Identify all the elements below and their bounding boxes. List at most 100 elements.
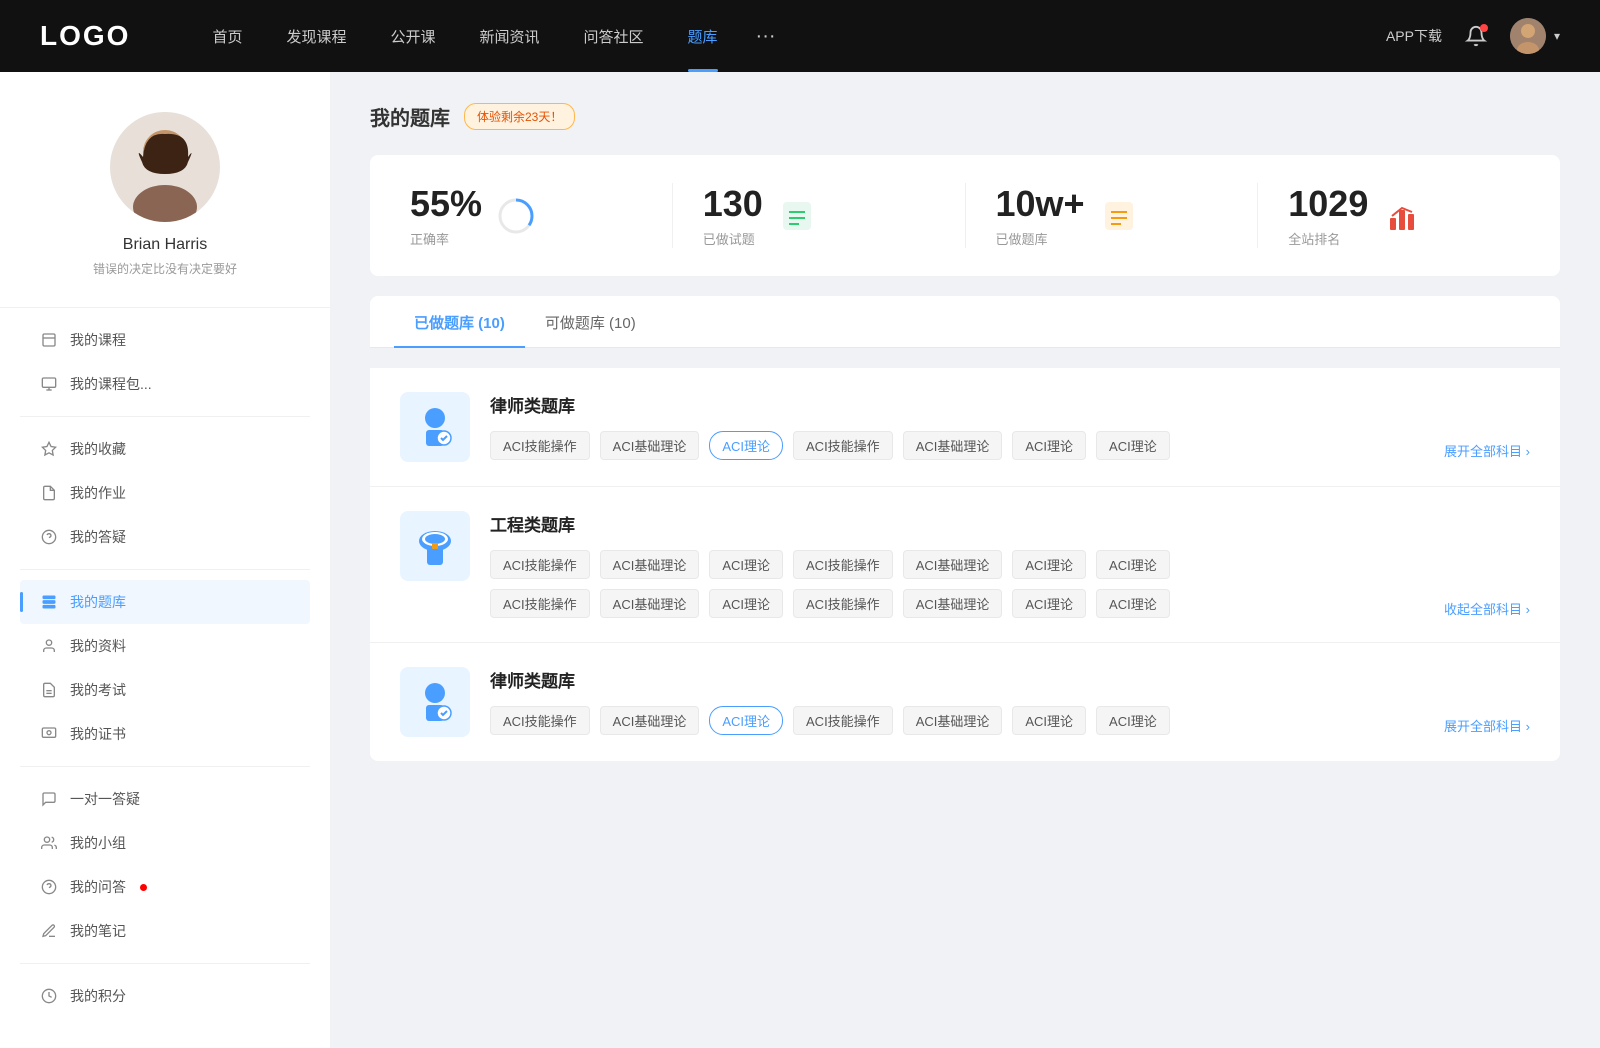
tag[interactable]: ACI理论 — [1096, 431, 1170, 460]
sidebar-item-profile-label: 我的资料 — [70, 636, 126, 656]
nav-home[interactable]: 首页 — [190, 0, 264, 72]
sidebar-item-mycourse[interactable]: 我的课程 — [20, 318, 310, 362]
tag[interactable]: ACI理论 — [709, 550, 783, 579]
header-right: APP下载 ▾ — [1386, 18, 1560, 54]
sidebar-item-profile[interactable]: 我的资料 — [20, 624, 310, 668]
sidebar-item-notes[interactable]: 我的笔记 — [20, 909, 310, 953]
tag[interactable]: ACI技能操作 — [490, 706, 590, 735]
qbank-item-lawyer1: 律师类题库 ACI技能操作 ACI基础理论 ACI理论 ACI技能操作 ACI基… — [370, 368, 1560, 487]
tag[interactable]: ACI技能操作 — [490, 589, 590, 618]
tab-done-banks[interactable]: 已做题库 (10) — [394, 296, 525, 347]
sidebar-item-myqa-label: 我的答疑 — [70, 527, 126, 547]
tag[interactable]: ACI技能操作 — [793, 550, 893, 579]
notification-bell[interactable] — [1462, 22, 1490, 50]
app-download-button[interactable]: APP下载 — [1386, 26, 1442, 46]
profile-name: Brian Harris — [20, 236, 310, 254]
tags-row-lawyer2: ACI技能操作 ACI基础理论 ACI理论 ACI技能操作 ACI基础理论 AC… — [490, 706, 1530, 735]
sidebar-item-points-label: 我的积分 — [70, 986, 126, 1006]
questions-icon — [40, 878, 58, 896]
sidebar-item-coursepackage[interactable]: 我的课程包... — [20, 362, 310, 406]
stat-rank-label: 全站排名 — [1288, 229, 1368, 248]
tag[interactable]: ACI技能操作 — [793, 706, 893, 735]
tag[interactable]: ACI技能操作 — [793, 589, 893, 618]
nav-news[interactable]: 新闻资讯 — [458, 0, 562, 72]
group-icon — [40, 834, 58, 852]
tag[interactable]: ACI基础理论 — [600, 550, 700, 579]
tag[interactable]: ACI理论 — [1012, 706, 1086, 735]
tag[interactable]: ACI基础理论 — [903, 431, 1003, 460]
divider4 — [20, 766, 310, 767]
sidebar-item-group-label: 我的小组 — [70, 833, 126, 853]
tag[interactable]: ACI基础理论 — [903, 550, 1003, 579]
done-questions-icon — [777, 196, 817, 236]
expand-button-lawyer1[interactable]: 展开全部科目 › — [1444, 441, 1530, 460]
stat-accuracy-label: 正确率 — [410, 229, 482, 248]
qbank-lawyer2-icon — [400, 667, 470, 737]
sidebar-item-notes-label: 我的笔记 — [70, 921, 126, 941]
sidebar-item-favorites[interactable]: 我的收藏 — [20, 427, 310, 471]
sidebar-item-questions[interactable]: 我的问答 — [20, 865, 310, 909]
logo: LOGO — [40, 20, 130, 52]
tag-active[interactable]: ACI理论 — [709, 431, 783, 460]
tag[interactable]: ACI理论 — [1096, 550, 1170, 579]
sidebar-item-questions-label: 我的问答 — [70, 877, 126, 897]
sidebar-item-points[interactable]: 我的积分 — [20, 974, 310, 1018]
stat-done-questions-number: 130 — [703, 183, 763, 225]
nav-more[interactable]: ··· — [740, 0, 792, 72]
tag[interactable]: ACI技能操作 — [490, 431, 590, 460]
tag[interactable]: ACI技能操作 — [490, 550, 590, 579]
avatar — [1510, 18, 1546, 54]
expand-button-lawyer2[interactable]: 展开全部科目 › — [1444, 716, 1530, 735]
tag[interactable]: ACI理论 — [1012, 550, 1086, 579]
tag[interactable]: ACI理论 — [709, 589, 783, 618]
tag[interactable]: ACI基础理论 — [903, 706, 1003, 735]
tag[interactable]: ACI技能操作 — [793, 431, 893, 460]
tag[interactable]: ACI基础理论 — [600, 589, 700, 618]
tag[interactable]: ACI理论 — [1012, 589, 1086, 618]
profile-section: Brian Harris 错误的决定比没有决定要好 — [0, 102, 330, 297]
tab-available-banks[interactable]: 可做题库 (10) — [525, 296, 656, 347]
qbank-header: 律师类题库 ACI技能操作 ACI基础理论 ACI理论 ACI技能操作 ACI基… — [400, 392, 1530, 462]
main-content: 我的题库 体验剩余23天！ 55% 正确率 — [330, 72, 1600, 1048]
sidebar-item-exam-label: 我的考试 — [70, 680, 126, 700]
stat-done-banks-number: 10w+ — [996, 183, 1085, 225]
nav-discover[interactable]: 发现课程 — [264, 0, 368, 72]
divider3 — [20, 569, 310, 570]
qbank-header: 律师类题库 ACI技能操作 ACI基础理论 ACI理论 ACI技能操作 ACI基… — [400, 667, 1530, 737]
tag[interactable]: ACI理论 — [1012, 431, 1086, 460]
collapse-button-engineer[interactable]: 收起全部科目 › — [1444, 599, 1530, 618]
sidebar-item-exam[interactable]: 我的考试 — [20, 668, 310, 712]
nav-qbank[interactable]: 题库 — [666, 0, 740, 72]
sidebar-item-coursepackage-label: 我的课程包... — [70, 374, 152, 394]
chevron-down-icon: ▾ — [1554, 29, 1560, 43]
tag[interactable]: ACI基础理论 — [600, 706, 700, 735]
sidebar-item-homework[interactable]: 我的作业 — [20, 471, 310, 515]
nav-qa[interactable]: 问答社区 — [562, 0, 666, 72]
sidebar-item-qbank[interactable]: 我的题库 — [20, 580, 310, 624]
tag[interactable]: ACI基础理论 — [903, 589, 1003, 618]
tag[interactable]: ACI理论 — [1096, 706, 1170, 735]
qbank-info-engineer: 工程类题库 ACI技能操作 ACI基础理论 ACI理论 ACI技能操作 ACI基… — [490, 511, 1530, 618]
nav-opencourse[interactable]: 公开课 — [368, 0, 457, 72]
sidebar-item-certificate[interactable]: 我的证书 — [20, 712, 310, 756]
tag[interactable]: ACI基础理论 — [600, 431, 700, 460]
sidebar-item-homework-label: 我的作业 — [70, 483, 126, 503]
tag-active[interactable]: ACI理论 — [709, 706, 783, 735]
sidebar-item-favorites-label: 我的收藏 — [70, 439, 126, 459]
qbank-item-engineer: 工程类题库 ACI技能操作 ACI基础理论 ACI理论 ACI技能操作 ACI基… — [370, 487, 1560, 643]
stat-done-banks: 10w+ 已做题库 — [996, 183, 1259, 248]
certificate-icon — [40, 725, 58, 743]
tabs-container: 已做题库 (10) 可做题库 (10) — [370, 296, 1560, 761]
sidebar-item-group[interactable]: 我的小组 — [20, 821, 310, 865]
stat-rank: 1029 全站排名 — [1288, 183, 1520, 248]
profile-icon — [40, 637, 58, 655]
done-banks-icon — [1099, 196, 1139, 236]
chat-icon — [40, 790, 58, 808]
sidebar-item-1on1qa[interactable]: 一对一答疑 — [20, 777, 310, 821]
star-icon — [40, 440, 58, 458]
qa-icon — [40, 528, 58, 546]
user-avatar-menu[interactable]: ▾ — [1510, 18, 1560, 54]
homework-icon — [40, 484, 58, 502]
tag[interactable]: ACI理论 — [1096, 589, 1170, 618]
sidebar-item-myqa[interactable]: 我的答疑 — [20, 515, 310, 559]
